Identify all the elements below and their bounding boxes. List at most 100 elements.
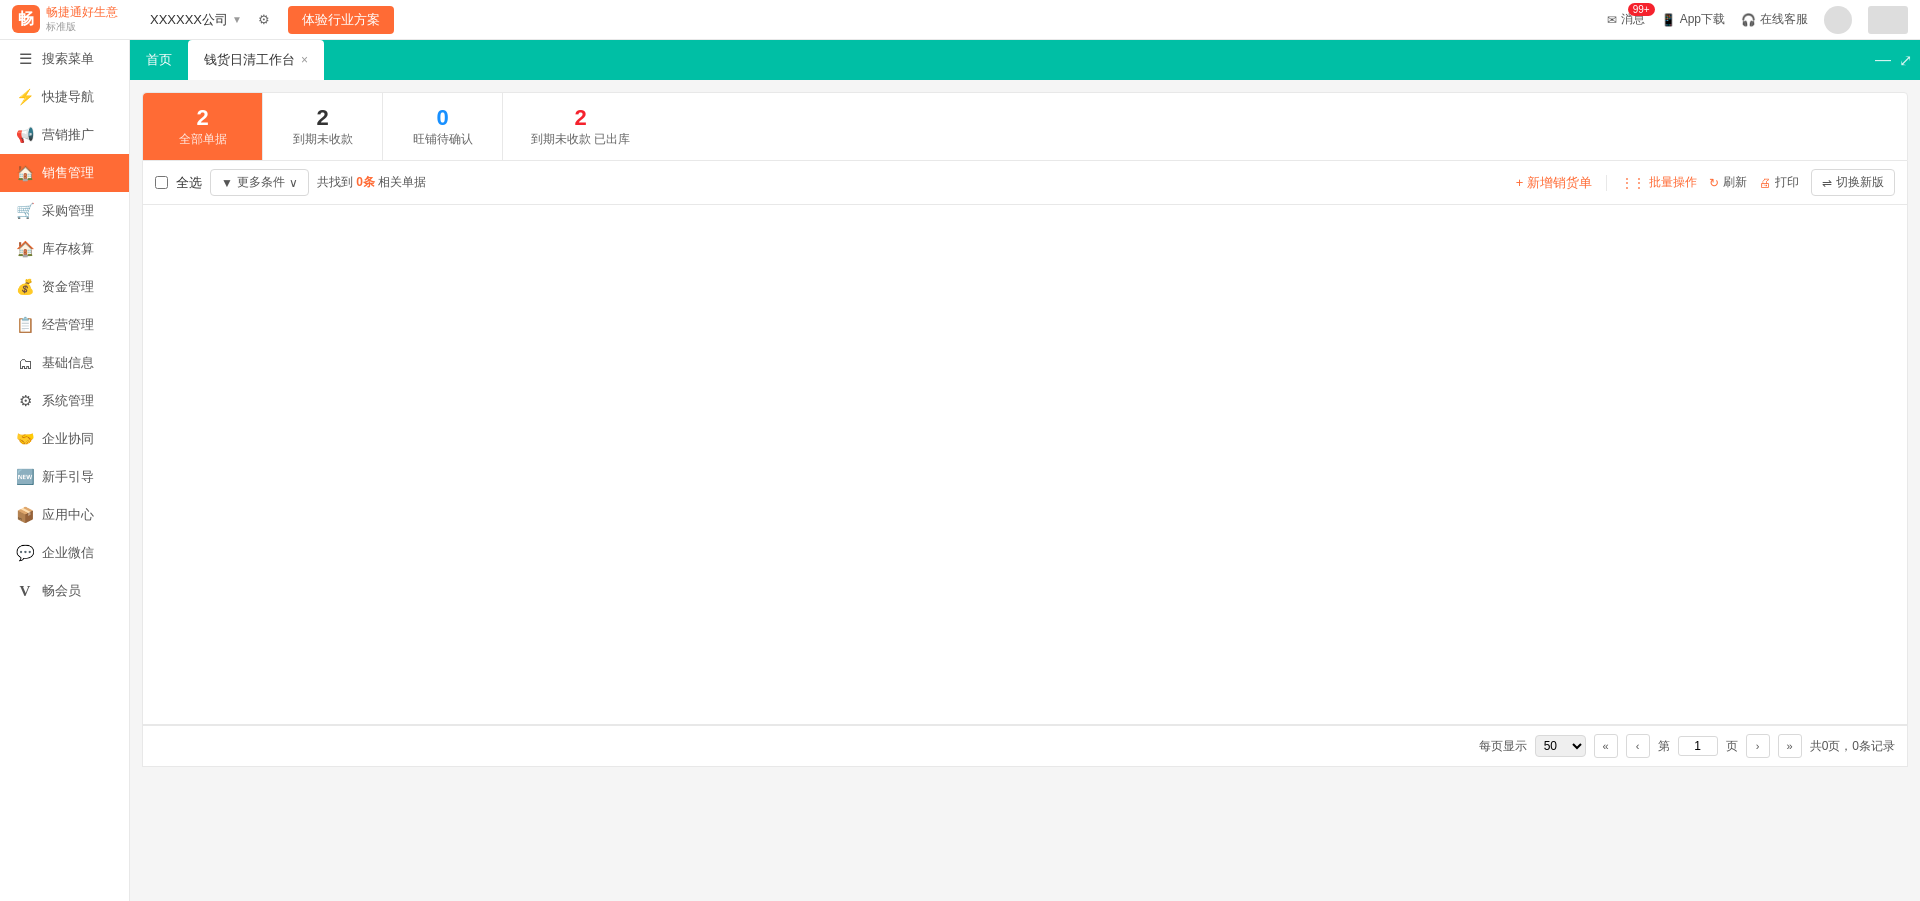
stat-overdue-count: 2 <box>291 105 354 131</box>
tab-home[interactable]: 首页 <box>130 40 188 80</box>
purchase-icon: 🛒 <box>16 202 34 220</box>
sidebar-item-marketing[interactable]: 📢 营销推广 <box>0 116 129 154</box>
stat-pending-count: 0 <box>411 105 474 131</box>
page-suffix: 页 <box>1726 738 1738 755</box>
sidebar-item-guide[interactable]: 🆕 新手引导 <box>0 458 129 496</box>
sidebar-item-sales[interactable]: 🏠 销售管理 <box>0 154 129 192</box>
trial-industry-button[interactable]: 体验行业方案 <box>288 6 394 34</box>
prev-page-button[interactable]: ‹ <box>1626 734 1650 758</box>
stat-overdue-shipped-label: 到期未收款 已出库 <box>531 131 630 148</box>
found-prefix: 共找到 <box>317 175 353 189</box>
inventory-icon: 🏠 <box>16 240 34 258</box>
more-filters-button[interactable]: ▼ 更多条件 ∨ <box>210 169 309 196</box>
sidebar-item-quick-nav[interactable]: ⚡ 快捷导航 <box>0 78 129 116</box>
found-count: 0条 <box>356 175 375 189</box>
sidebar-item-wechat[interactable]: 💬 企业微信 <box>0 534 129 572</box>
sidebar-item-app-center[interactable]: 📦 应用中心 <box>0 496 129 534</box>
sidebar-member-label: 畅会员 <box>42 582 81 600</box>
sidebar-item-purchase[interactable]: 🛒 采购管理 <box>0 192 129 230</box>
sidebar-app-center-label: 应用中心 <box>42 506 94 524</box>
table-area <box>142 205 1908 725</box>
lightning-icon: ⚡ <box>16 88 34 106</box>
stat-tab-all[interactable]: 2 全部单据 <box>143 93 263 160</box>
tab-bar: 首页 钱货日清工作台 × — ⤢ <box>130 40 1920 80</box>
sidebar-item-search-menu[interactable]: ☰ 搜索菜单 <box>0 40 129 78</box>
user-avatar[interactable] <box>1824 6 1852 34</box>
member-icon: V <box>16 583 34 600</box>
sidebar-item-finance[interactable]: 💰 资金管理 <box>0 268 129 306</box>
divider-1 <box>1606 175 1607 191</box>
tab-minimize-button[interactable]: — <box>1875 51 1891 69</box>
marketing-icon: 📢 <box>16 126 34 144</box>
stat-tab-overdue-shipped[interactable]: 2 到期未收款 已出库 <box>503 93 658 160</box>
toolbar: 全选 ▼ 更多条件 ∨ 共找到 0条 相关单据 + 新增销货单 ⋮⋮ 批量操作 … <box>142 161 1908 205</box>
app-download-label: App下载 <box>1680 11 1725 28</box>
header-right: ✉ 消息 99+ 📱 App下载 🎧 在线客服 <box>1607 6 1908 34</box>
next-page-button[interactable]: › <box>1746 734 1770 758</box>
sidebar-quick-nav-label: 快捷导航 <box>42 88 94 106</box>
per-page-select[interactable]: 10 20 50 100 <box>1535 735 1586 757</box>
switch-version-button[interactable]: ⇌ 切换新版 <box>1811 169 1895 196</box>
switch-icon: ⇌ <box>1822 176 1832 190</box>
tab-cashflow-label: 钱货日清工作台 <box>204 51 295 69</box>
found-suffix: 相关单据 <box>378 175 426 189</box>
stat-tab-overdue[interactable]: 2 到期未收款 <box>263 93 383 160</box>
tab-maximize-button[interactable]: ⤢ <box>1899 51 1912 70</box>
stat-all-count: 2 <box>171 105 234 131</box>
tab-cashflow[interactable]: 钱货日清工作台 × <box>188 40 324 80</box>
system-icon: ⚙ <box>16 392 34 410</box>
page-number-input[interactable] <box>1678 736 1718 756</box>
sidebar-search-label: 搜索菜单 <box>42 50 94 68</box>
filter-icon: ▼ <box>221 176 233 190</box>
menu-icon: ☰ <box>16 50 34 68</box>
message-badge: 99+ <box>1628 3 1655 16</box>
print-button[interactable]: 🖨 打印 <box>1759 174 1799 191</box>
batch-label: 批量操作 <box>1649 174 1697 191</box>
message-icon: ✉ <box>1607 13 1617 27</box>
switch-label: 切换新版 <box>1836 174 1884 191</box>
tab-close-button[interactable]: × <box>301 53 308 67</box>
sidebar-item-system[interactable]: ⚙ 系统管理 <box>0 382 129 420</box>
app-name: 畅捷通好生意 <box>46 5 118 19</box>
sidebar-item-member[interactable]: V 畅会员 <box>0 572 129 610</box>
online-service-label: 在线客服 <box>1760 11 1808 28</box>
app-logo-icon: 畅 <box>12 5 40 33</box>
sidebar-cooperation-label: 企业协同 <box>42 430 94 448</box>
refresh-button[interactable]: ↻ 刷新 <box>1709 174 1747 191</box>
main-content: 2 全部单据 2 到期未收款 0 旺铺待确认 2 到期未收款 已出库 全选 ▼ … <box>130 80 1920 901</box>
company-dropdown-arrow: ▼ <box>232 14 242 25</box>
filter-btn-label: 更多条件 <box>237 174 285 191</box>
first-page-button[interactable]: « <box>1594 734 1618 758</box>
found-text: 共找到 0条 相关单据 <box>317 174 426 191</box>
sidebar-item-inventory[interactable]: 🏠 库存核算 <box>0 230 129 268</box>
sidebar-item-basic-info[interactable]: 🗂 基础信息 <box>0 344 129 382</box>
page-prefix: 第 <box>1658 738 1670 755</box>
sidebar: ☰ 搜索菜单 ⚡ 快捷导航 📢 营销推广 🏠 销售管理 🛒 采购管理 🏠 库存核… <box>0 40 130 901</box>
user-name-display[interactable] <box>1868 6 1908 34</box>
sales-icon: 🏠 <box>16 164 34 182</box>
company-selector[interactable]: XXXXXX公司 ▼ <box>150 11 242 29</box>
sidebar-finance-label: 资金管理 <box>42 278 94 296</box>
refresh-label: 刷新 <box>1723 174 1747 191</box>
sidebar-item-cooperation[interactable]: 🤝 企业协同 <box>0 420 129 458</box>
app-download-button[interactable]: 📱 App下载 <box>1661 11 1725 28</box>
tab-bar-right: — ⤢ <box>1875 51 1920 70</box>
per-page-label: 每页显示 <box>1479 738 1527 755</box>
sidebar-item-operations[interactable]: 📋 经营管理 <box>0 306 129 344</box>
stat-tabs: 2 全部单据 2 到期未收款 0 旺铺待确认 2 到期未收款 已出库 <box>142 92 1908 161</box>
batch-operations-button[interactable]: ⋮⋮ 批量操作 <box>1621 174 1697 191</box>
stat-tab-pending[interactable]: 0 旺铺待确认 <box>383 93 503 160</box>
select-all-checkbox[interactable] <box>155 176 168 189</box>
settings-button[interactable]: ⚙ <box>250 6 278 34</box>
finance-icon: 💰 <box>16 278 34 296</box>
operations-icon: 📋 <box>16 316 34 334</box>
tab-home-label: 首页 <box>146 51 172 69</box>
online-service-button[interactable]: 🎧 在线客服 <box>1741 11 1808 28</box>
sidebar-operations-label: 经营管理 <box>42 316 94 334</box>
headset-icon: 🎧 <box>1741 13 1756 27</box>
message-button[interactable]: ✉ 消息 99+ <box>1607 11 1645 28</box>
new-sale-button[interactable]: + 新增销货单 <box>1516 174 1592 192</box>
cooperation-icon: 🤝 <box>16 430 34 448</box>
pagination-bar: 每页显示 10 20 50 100 « ‹ 第 页 › » 共0页，0条记录 <box>142 725 1908 767</box>
last-page-button[interactable]: » <box>1778 734 1802 758</box>
